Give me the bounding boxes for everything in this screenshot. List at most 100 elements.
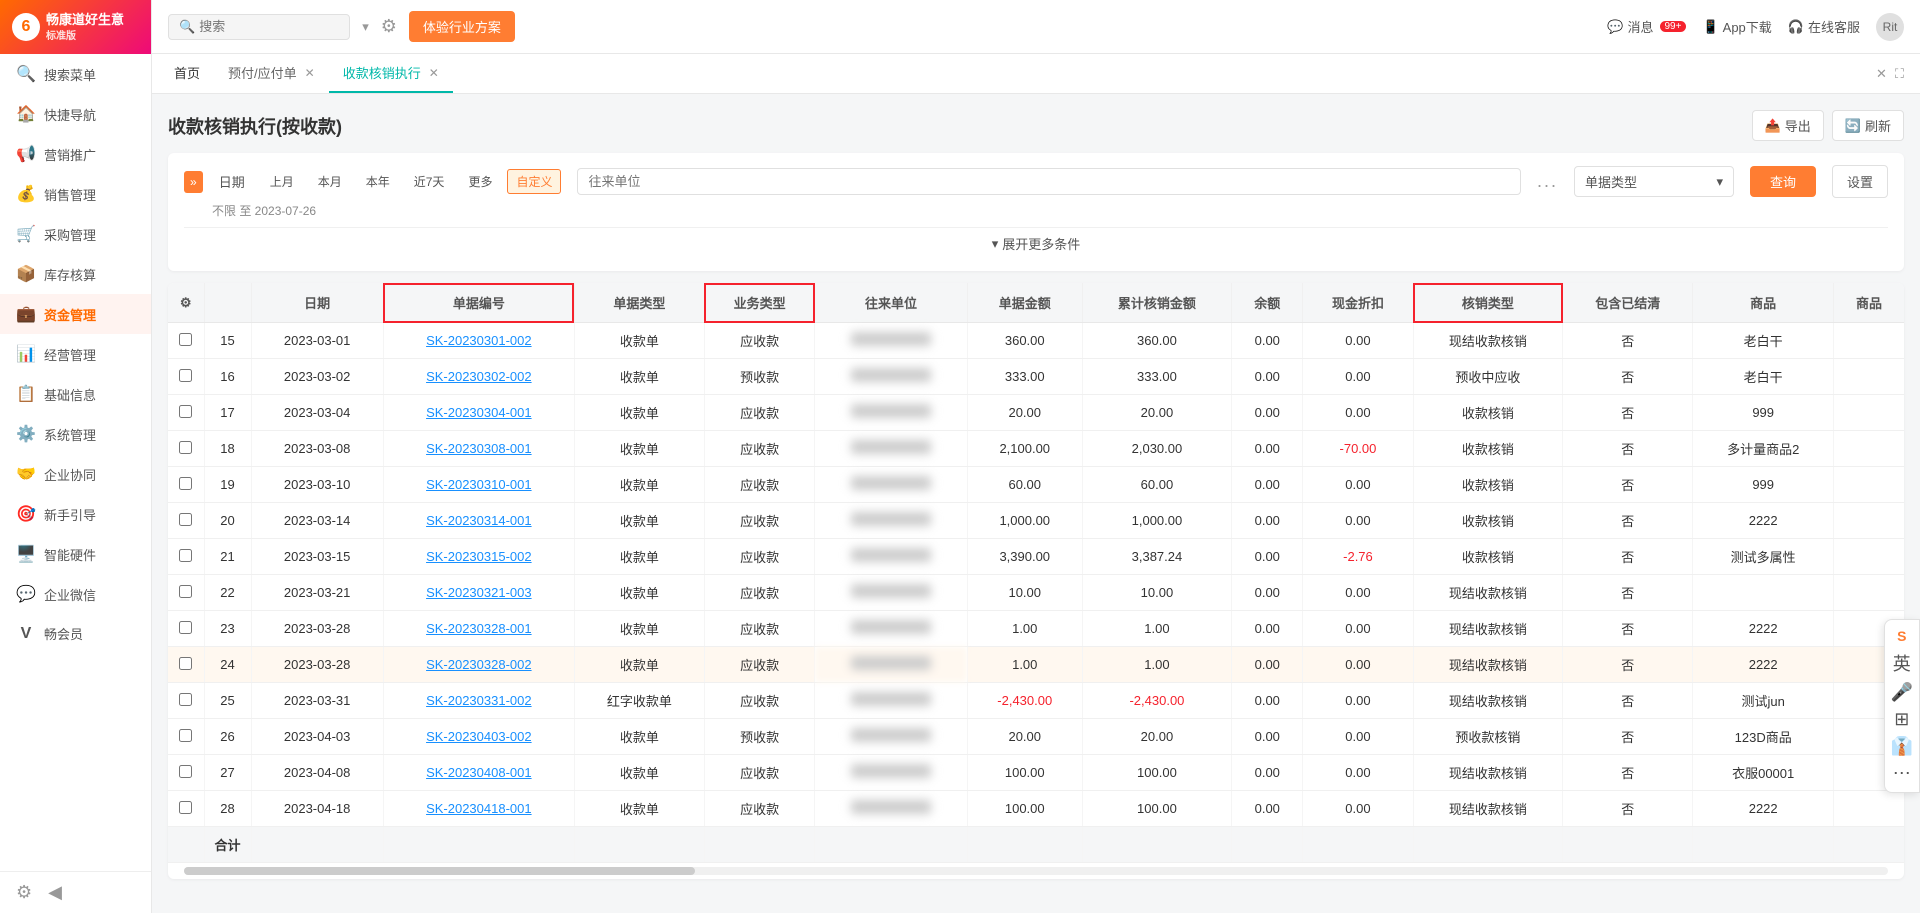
sidebar-item-basic-info[interactable]: 📋 基础信息 (0, 374, 151, 414)
cell-order-no[interactable]: SK-20230321-003 (383, 575, 574, 611)
date-btn-7days[interactable]: 近7天 (405, 169, 454, 194)
float-shirt-icon[interactable]: 👔 (1891, 736, 1913, 757)
col-index (204, 283, 251, 323)
topbar-search-box[interactable]: 🔍 (168, 14, 350, 40)
total-cell (574, 827, 704, 863)
settings-icon[interactable]: ⚙ (16, 882, 32, 903)
close-tab-icon[interactable]: ✕ (1876, 66, 1887, 82)
sidebar-item-member[interactable]: V 畅会员 (0, 614, 151, 653)
cell-order-no[interactable]: SK-20230328-002 (383, 647, 574, 683)
row-checkbox[interactable] (179, 369, 192, 382)
expand-tab-icon[interactable]: ⛶ (1895, 66, 1904, 82)
cell-order-no[interactable]: SK-20230315-002 (383, 539, 574, 575)
system-icon: ⚙️ (16, 424, 36, 444)
sidebar-item-search[interactable]: 🔍 搜索菜单 (0, 54, 151, 94)
cell-partner (815, 719, 968, 755)
cell-order-no[interactable]: SK-20230302-002 (383, 359, 574, 395)
table-scroll[interactable]: ⚙ 日期 单据编号 单据类型 业务类型 往来单位 单据金额 累计核销金额 余额 … (168, 283, 1904, 863)
row-checkbox[interactable] (179, 513, 192, 526)
row-checkbox[interactable] (179, 729, 192, 742)
sidebar-item-wechat[interactable]: 💬 企业微信 (0, 574, 151, 614)
tab-prepay[interactable]: 预付/应付单 ✕ (214, 54, 329, 93)
cell-order-no[interactable]: SK-20230408-001 (383, 755, 574, 791)
sidebar-item-purchase[interactable]: 🛒 采购管理 (0, 214, 151, 254)
row-checkbox[interactable] (179, 333, 192, 346)
cell-order-no[interactable]: SK-20230331-002 (383, 683, 574, 719)
cell-include-settled: 否 (1563, 539, 1693, 575)
cell-order-no[interactable]: SK-20230314-001 (383, 503, 574, 539)
cell-amount: -2,430.00 (967, 683, 1082, 719)
settings-icon[interactable]: ⚙ (180, 295, 192, 310)
sidebar-item-system[interactable]: ⚙️ 系统管理 (0, 414, 151, 454)
collapse-icon[interactable]: ◀ (48, 882, 62, 903)
sidebar-item-quick-nav[interactable]: 🏠 快捷导航 (0, 94, 151, 134)
cell-balance: 0.00 (1232, 431, 1303, 467)
filter-expand-arrow[interactable]: » (184, 171, 203, 193)
partner-input[interactable] (577, 168, 1520, 195)
row-checkbox[interactable] (179, 477, 192, 490)
sidebar-item-corp[interactable]: 🤝 企业协同 (0, 454, 151, 494)
row-checkbox[interactable] (179, 585, 192, 598)
cell-order-no[interactable]: SK-20230301-002 (383, 323, 574, 359)
sidebar-item-hardware[interactable]: 🖥️ 智能硬件 (0, 534, 151, 574)
cell-order-type: 收款单 (574, 539, 704, 575)
online-service-action[interactable]: 🎧 在线客服 (1788, 17, 1860, 36)
table-row: 282023-04-18SK-20230418-001收款单应收款100.001… (168, 791, 1904, 827)
sidebar-item-marketing[interactable]: 📢 营销推广 (0, 134, 151, 174)
search-input[interactable] (199, 19, 339, 34)
float-star-icon[interactable]: 英 (1893, 650, 1911, 676)
tab-prepay-close-icon[interactable]: ✕ (305, 66, 315, 80)
filter-expand-row[interactable]: ▾ 展开更多条件 (184, 227, 1888, 259)
date-btn-last-month[interactable]: 上月 (261, 169, 303, 194)
row-checkbox[interactable] (179, 441, 192, 454)
row-checkbox[interactable] (179, 621, 192, 634)
row-checkbox[interactable] (179, 657, 192, 670)
gear-icon[interactable]: ⚙ (381, 16, 397, 37)
setting-button[interactable]: 设置 (1832, 165, 1888, 198)
cell-verify-type: 收款核销 (1413, 395, 1563, 431)
float-dots-icon[interactable]: ⋯ (1893, 763, 1911, 784)
cell-order-no[interactable]: SK-20230403-002 (383, 719, 574, 755)
refresh-button[interactable]: 🔄 刷新 (1832, 110, 1904, 141)
sidebar-item-operations[interactable]: 📊 经营管理 (0, 334, 151, 374)
date-btn-this-month[interactable]: 本月 (309, 169, 351, 194)
user-avatar[interactable]: Rit (1876, 13, 1904, 41)
date-btn-more[interactable]: 更多 (459, 169, 501, 194)
solution-button[interactable]: 体验行业方案 (409, 11, 515, 42)
cell-order-no[interactable]: SK-20230328-001 (383, 611, 574, 647)
cell-checkbox (168, 575, 204, 611)
cell-order-no[interactable]: SK-20230418-001 (383, 791, 574, 827)
date-btn-this-year[interactable]: 本年 (357, 169, 399, 194)
export-button[interactable]: 📤 导出 (1752, 110, 1824, 141)
cell-partner (815, 431, 968, 467)
tab-home[interactable]: 首页 (160, 54, 214, 93)
tab-receipt-verify[interactable]: 收款核销执行 ✕ (329, 54, 453, 93)
type-filter-select[interactable]: 单据类型 ▾ (1574, 166, 1734, 197)
row-checkbox[interactable] (179, 801, 192, 814)
app-download-action[interactable]: 📱 App下载 (1702, 17, 1771, 36)
sidebar-item-sales[interactable]: 💰 销售管理 (0, 174, 151, 214)
cell-product: 测试多属性 (1693, 539, 1834, 575)
table-scrollbar[interactable] (184, 867, 1888, 875)
float-grid-icon[interactable]: ⊞ (1894, 709, 1909, 730)
sidebar-item-guide[interactable]: 🎯 新手引导 (0, 494, 151, 534)
cell-order-no[interactable]: SK-20230308-001 (383, 431, 574, 467)
row-checkbox[interactable] (179, 549, 192, 562)
tab-receipt-verify-close-icon[interactable]: ✕ (429, 66, 439, 80)
date-value-display: 不限 至 2023-07-26 (184, 202, 1888, 219)
cell-order-no[interactable]: SK-20230304-001 (383, 395, 574, 431)
sidebar-label-member: 畅会员 (44, 624, 83, 643)
float-mic-icon[interactable]: 🎤 (1891, 682, 1913, 703)
row-checkbox[interactable] (179, 693, 192, 706)
sidebar-item-finance[interactable]: 💼 资金管理 (0, 294, 151, 334)
row-checkbox[interactable] (179, 765, 192, 778)
query-button[interactable]: 查询 (1750, 166, 1816, 197)
row-checkbox[interactable] (179, 405, 192, 418)
cell-order-no[interactable]: SK-20230310-001 (383, 467, 574, 503)
col-settings[interactable]: ⚙ (168, 283, 204, 323)
messages-action[interactable]: 💬 消息 99+ (1607, 17, 1686, 36)
date-btn-custom[interactable]: 自定义 (507, 169, 561, 194)
scrollbar-thumb[interactable] (184, 867, 695, 875)
cell-cash-discount: 0.00 (1303, 575, 1413, 611)
sidebar-item-inventory[interactable]: 📦 库存核算 (0, 254, 151, 294)
